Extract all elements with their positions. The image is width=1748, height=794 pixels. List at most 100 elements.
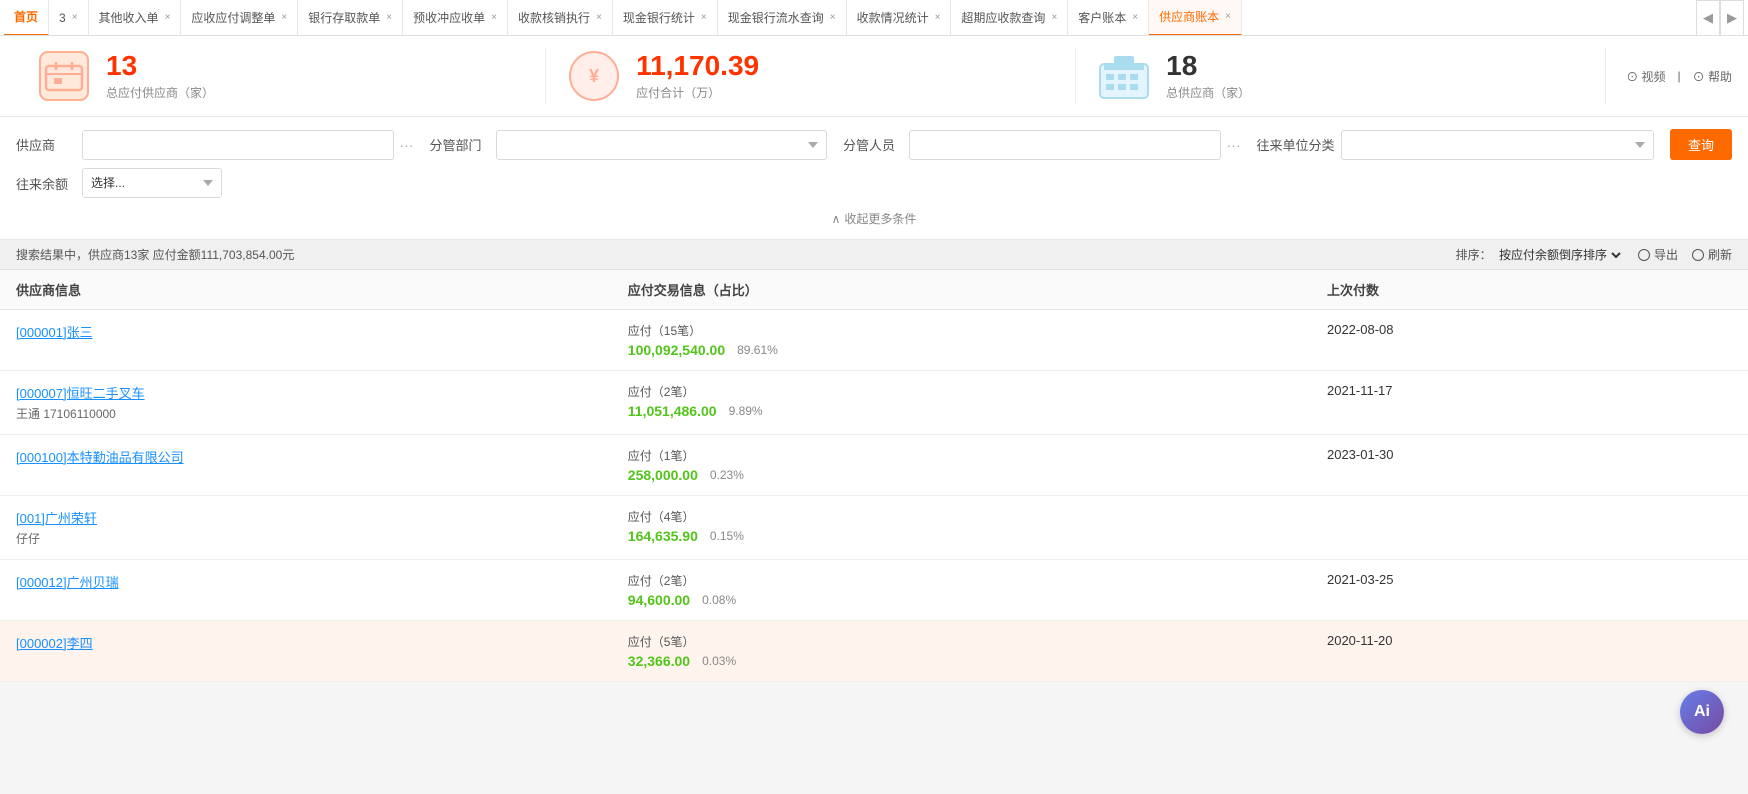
ai-badge[interactable]: Ai: [1680, 690, 1724, 734]
sort-select[interactable]: 按应付余额倒序排序 按应付余额升序排序: [1495, 247, 1624, 263]
tx-amount[interactable]: 258,000.00: [628, 467, 698, 483]
supplier-info-cell: [000100]本特勤油品有限公司: [0, 435, 612, 496]
tx-amount[interactable]: 94,600.00: [628, 592, 690, 608]
tx-info-cell: 应付（2笔） 94,600.000.08%: [612, 560, 1311, 621]
nav-tab-ar-adjust[interactable]: 应收应付调整单 ×: [181, 0, 298, 36]
export-button[interactable]: 导出: [1638, 246, 1678, 263]
manager-input[interactable]: [909, 130, 1221, 160]
close-icon[interactable]: ×: [165, 12, 171, 23]
nav-tab-3[interactable]: 3 ×: [49, 0, 89, 36]
query-button[interactable]: 查询: [1670, 129, 1732, 160]
nav-arrow-right[interactable]: ▶: [1720, 0, 1744, 36]
table-body: [000001]张三应付（15笔）100,092,540.0089.61%202…: [0, 310, 1748, 682]
th-last-pay: 上次付数: [1311, 270, 1748, 310]
tx-label: 应付（5笔）: [628, 633, 1295, 650]
supplier-info-cell: [000001]张三: [0, 310, 612, 371]
nav-tab-collection-stat[interactable]: 收款情况统计 ×: [847, 0, 952, 36]
tx-label: 应付（2笔）: [628, 572, 1295, 589]
table-header: 供应商信息 应付交易信息（占比） 上次付数: [0, 270, 1748, 310]
summary-total-suppliers: 18 总供应商（家）: [1076, 48, 1606, 104]
balance-select[interactable]: 选择...: [82, 168, 222, 198]
nav-tab-customer-account-label: 客户账本: [1078, 9, 1126, 26]
payable-amount-value: 11,170.39: [636, 52, 759, 80]
tx-percent: 0.23%: [710, 468, 744, 482]
table-row: [000007]恒旺二手叉车王通 17106110000应付（2笔）11,051…: [0, 371, 1748, 435]
filter-dept: 分管部门: [430, 130, 828, 160]
table-row: [001]广州荣轩仔仔应付（4笔）164,635.900.15%: [0, 496, 1748, 560]
supplier-link[interactable]: [000012]广州贝瑞: [16, 575, 119, 590]
supplier-link[interactable]: [000100]本特勤油品有限公司: [16, 450, 184, 465]
filter-unit-category: 往来单位分类: [1257, 130, 1655, 160]
tx-amount-row: 94,600.000.08%: [628, 592, 1295, 608]
nav-tab-overdue[interactable]: 超期应收款查询 ×: [951, 0, 1068, 36]
supplier-sub-info: 仔仔: [16, 530, 596, 547]
video-link[interactable]: ⊙ 视频: [1626, 68, 1665, 85]
nav-tab-other-income[interactable]: 其他收入单 ×: [89, 0, 182, 36]
th-supplier-info: 供应商信息: [0, 270, 612, 310]
supplier-link[interactable]: [000002]李四: [16, 636, 93, 651]
supplier-link[interactable]: [000001]张三: [16, 325, 93, 340]
nav-tab-supplier-account[interactable]: 供应商账本 ×: [1149, 0, 1242, 36]
nav-tab-supplier-account-label: 供应商账本: [1159, 8, 1219, 25]
nav-tab-cash-bank-flow[interactable]: 现金银行流水查询 ×: [718, 0, 847, 36]
summary-payable-amount: ¥ 11,170.39 应付合计（万）: [546, 48, 1076, 104]
summary-links: ⊙ 视频 | ⊙ 帮助: [1606, 68, 1732, 85]
close-icon[interactable]: ×: [281, 12, 287, 23]
close-icon[interactable]: ×: [491, 12, 497, 23]
refresh-button[interactable]: 刷新: [1692, 246, 1732, 263]
supplier-link[interactable]: [001]广州荣轩: [16, 511, 97, 526]
close-icon[interactable]: ×: [935, 12, 941, 23]
close-icon[interactable]: ×: [72, 12, 78, 23]
supplier-payable-icon: [36, 48, 92, 104]
supplier-ellipsis-icon[interactable]: ···: [400, 137, 414, 153]
tx-percent: 0.03%: [702, 654, 736, 668]
nav-tab-cash-bank-stat[interactable]: 现金银行统计 ×: [613, 0, 718, 36]
filter-balance: 往来余额 选择...: [16, 168, 222, 198]
nav-tab-bank-deposit[interactable]: 银行存取款单 ×: [298, 0, 403, 36]
supplier-info-cell: [000012]广州贝瑞: [0, 560, 612, 621]
tx-info-cell: 应付（1笔）258,000.000.23%: [612, 435, 1311, 496]
table-row: [000001]张三应付（15笔）100,092,540.0089.61%202…: [0, 310, 1748, 371]
close-icon[interactable]: ×: [1225, 11, 1231, 22]
th-tx-info: 应付交易信息（占比）: [612, 270, 1311, 310]
tx-amount[interactable]: 32,366.00: [628, 653, 690, 669]
svg-text:¥: ¥: [589, 66, 599, 86]
help-link[interactable]: ⊙ 帮助: [1693, 68, 1732, 85]
filter-area: 供应商 ··· 分管部门 分管人员 ··· 往来单位分类 查询 往来余额 选择: [0, 117, 1748, 240]
close-icon[interactable]: ×: [596, 12, 602, 23]
tx-percent: 9.89%: [729, 404, 763, 418]
dept-select[interactable]: [496, 130, 828, 160]
nav-tab-overdue-label: 超期应收款查询: [961, 9, 1045, 26]
nav-tab-pre-charge[interactable]: 预收冲应收单 ×: [403, 0, 508, 36]
nav-arrow-left[interactable]: ◀: [1696, 0, 1720, 36]
nav-tab-customer-account[interactable]: 客户账本 ×: [1068, 0, 1149, 36]
nav-tab-bank-deposit-label: 银行存取款单: [308, 9, 380, 26]
supplier-input[interactable]: [82, 130, 394, 160]
close-icon[interactable]: ×: [830, 12, 836, 23]
tx-amount[interactable]: 164,635.90: [628, 528, 698, 544]
table-row: [000002]李四应付（5笔）32,366.000.03%2020-11-20: [0, 621, 1748, 682]
tx-amount[interactable]: 11,051,486.00: [628, 403, 717, 419]
last-pay-cell: 2021-03-25: [1311, 560, 1748, 621]
last-pay-cell: 2021-11-17: [1311, 371, 1748, 435]
unit-category-select[interactable]: [1341, 130, 1654, 160]
tx-amount-row: 11,051,486.00 9.89%: [628, 403, 1295, 419]
unit-category-filter-label: 往来单位分类: [1257, 135, 1335, 154]
nav-tab-other-income-label: 其他收入单: [99, 9, 159, 26]
close-icon[interactable]: ×: [386, 12, 392, 23]
collapse-button[interactable]: ∧ 收起更多条件: [832, 210, 917, 227]
result-text: 搜索结果中，供应商13家 应付金额111,703,854.00元: [16, 246, 294, 263]
close-icon[interactable]: ×: [1132, 12, 1138, 23]
nav-tab-collection[interactable]: 收款核销执行 ×: [508, 0, 613, 36]
nav-tab-collection-stat-label: 收款情况统计: [857, 9, 929, 26]
nav-tab-home[interactable]: 首页: [4, 0, 49, 36]
last-pay-cell: [1311, 496, 1748, 560]
close-icon[interactable]: ×: [1051, 12, 1057, 23]
supplier-link[interactable]: [000007]恒旺二手叉车: [16, 386, 145, 401]
export-icon: [1638, 249, 1650, 261]
close-icon[interactable]: ×: [701, 12, 707, 23]
separator: |: [1678, 69, 1681, 83]
manager-ellipsis-icon[interactable]: ···: [1227, 137, 1241, 153]
sort-label: 排序： 按应付余额倒序排序 按应付余额升序排序: [1456, 246, 1624, 263]
tx-amount[interactable]: 100,092,540.00: [628, 342, 725, 358]
